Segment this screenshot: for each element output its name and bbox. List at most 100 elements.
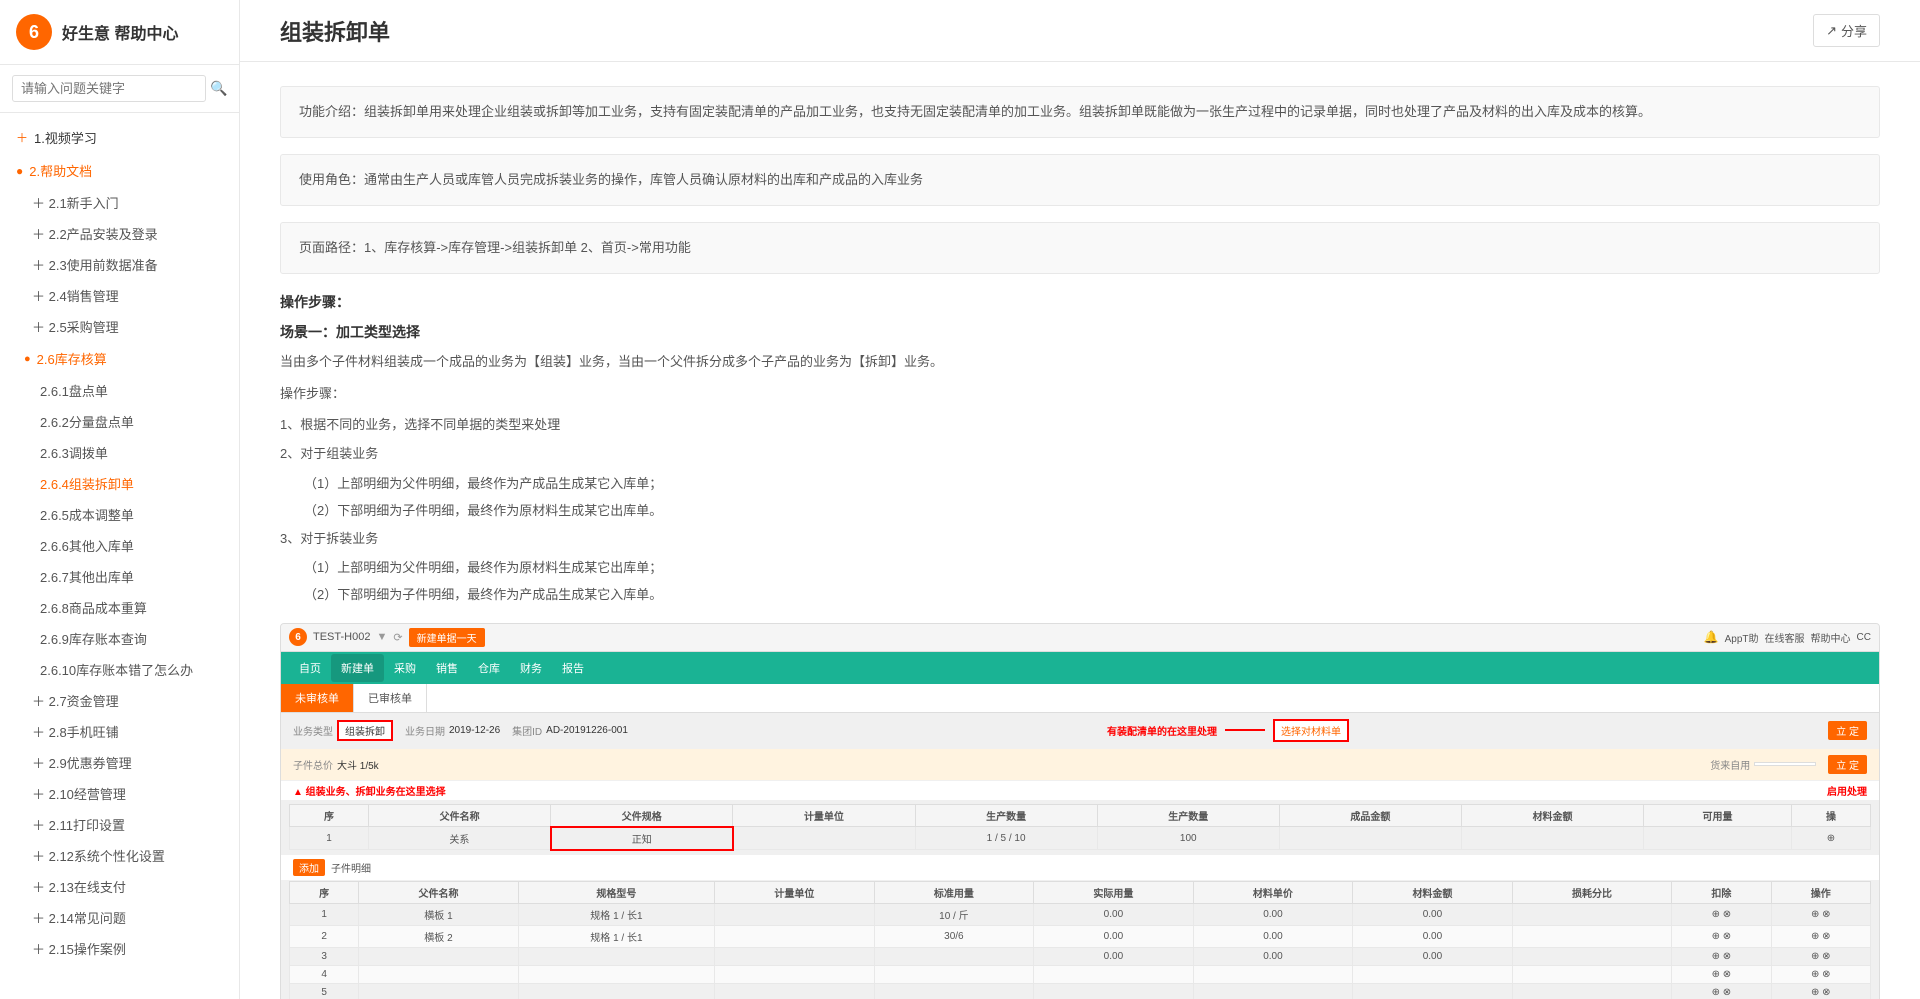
sidebar-item-2-3[interactable]: ＋ 2.3使用前数据准备 <box>0 249 239 280</box>
ss-avatar: CC <box>1857 632 1871 643</box>
main-area: 组装拆卸单 ↗ 分享 功能介绍：组装拆卸单用来处理企业组装或拆卸等加工业务，支持… <box>240 0 1920 999</box>
sidebar-label-2-6: 2.6库存核算 <box>37 349 107 368</box>
ss-bth-10: 扣除 <box>1672 881 1771 903</box>
intro-block-2: 使用角色：通常由生产人员或库管人员完成拆装业务的操作，库管人员确认原材料的出库和… <box>280 154 1880 206</box>
ss-field-type: 业务类型 组装拆卸 <box>293 720 393 741</box>
ss-field-sub: 子件总价 大斗 1/5k <box>293 757 379 772</box>
ss-confirm-btn[interactable]: 立 定 <box>1828 721 1867 740</box>
sidebar-item-2-6-2[interactable]: 2.6.2分量盘点单 <box>0 406 239 437</box>
ss-nav-report[interactable]: 报告 <box>552 654 594 682</box>
sidebar-label-2: 2.帮助文档 <box>29 161 92 180</box>
ss-nav-warehouse[interactable]: 仓库 <box>468 654 510 682</box>
sidebar-item-2[interactable]: ● 2.帮助文档 <box>0 154 239 187</box>
sidebar-item-2-7[interactable]: ＋ 2.7资金管理 <box>0 685 239 716</box>
sidebar-item-2-5[interactable]: ＋ 2.5采购管理 <box>0 311 239 342</box>
sidebar-item-2-14[interactable]: ＋ 2.14常见问题 <box>0 902 239 933</box>
ss-warehouse-label: 货来自用 <box>1710 757 1750 772</box>
ss-bth-3: 规格型号 <box>518 881 714 903</box>
share-button[interactable]: ↗ 分享 <box>1813 14 1880 47</box>
sidebar-item-2-6-1[interactable]: 2.6.1盘点单 <box>0 375 239 406</box>
ss-bottom-section-title: 添加 子件明细 <box>281 855 1879 881</box>
ss-form-row-2: 子件总价 大斗 1/5k 货来自用 立 定 <box>281 749 1879 781</box>
ss-icon-flag: 🔔 <box>1704 630 1719 644</box>
sidebar-item-2-9[interactable]: ＋ 2.9优惠券管理 <box>0 747 239 778</box>
sidebar-label-2-1: ＋ 2.1新手入门 <box>32 196 119 211</box>
intro-text-1: 功能介绍：组装拆卸单用来处理企业组装或拆卸等加工业务，支持有固定装配清单的产品加… <box>299 104 1651 119</box>
search-input[interactable] <box>12 75 206 102</box>
ss-field-date-value: 2019-12-26 <box>449 725 500 736</box>
ss-tab-2[interactable]: 已审核单 <box>354 684 427 712</box>
ss-bottom-row-1: 1 横板 1 规格 1 / 长1 10 / 斤 0.00 0.00 0.00 ⊕… <box>290 903 1871 925</box>
sidebar-item-1[interactable]: ＋ 1.视频学习 <box>0 121 239 154</box>
step2: 2、对于组装业务 <box>280 442 1880 465</box>
sidebar-label-2-3: ＋ 2.3使用前数据准备 <box>32 258 158 273</box>
step3-sub1: （1）上部明细为父件明细，最终作为原材料生成某它出库单； <box>280 556 1880 579</box>
content-area: 功能介绍：组装拆卸单用来处理企业组装或拆卸等加工业务，支持有固定装配清单的产品加… <box>240 62 1920 999</box>
ss-service: 在线客服 <box>1765 630 1805 645</box>
ss-topbar-right: 🔔 AppT助 在线客服 帮助中心 CC <box>1704 630 1871 645</box>
ss-field-sub-value: 大斗 1/5k <box>337 757 379 772</box>
sidebar-item-2-8[interactable]: ＋ 2.8手机旺铺 <box>0 716 239 747</box>
ss-form-row: 业务类型 组装拆卸 业务日期 2019-12-26 集团ID AD-201912… <box>281 713 1879 749</box>
search-bar: 🔍 <box>0 65 239 113</box>
logo-bar: 6 好生意 帮助中心 <box>0 0 239 65</box>
ss-help: 帮助中心 <box>1811 630 1851 645</box>
ss-processing-btn[interactable]: 选择对材料单 <box>1273 719 1349 742</box>
ss-th-4: 计量单位 <box>733 804 915 827</box>
ss-tab-1[interactable]: 未审核单 <box>281 684 354 712</box>
sidebar-label-2-5: ＋ 2.5采购管理 <box>32 320 119 335</box>
sidebar-item-2-6-3[interactable]: 2.6.3调拨单 <box>0 437 239 468</box>
sidebar-item-2-11[interactable]: ＋ 2.11打印设置 <box>0 809 239 840</box>
ss-dropdown-icon: ▼ <box>376 631 387 643</box>
nav-section-2: ● 2.帮助文档 ＋ 2.1新手入门 ＋ 2.2产品安装及登录 ＋ 2.3使用前… <box>0 154 239 964</box>
ss-nav-finance[interactable]: 财务 <box>510 654 552 682</box>
step2-sub2: （2）下部明细为子件明细，最终作为原材料生成某它出库单。 <box>280 499 1880 522</box>
sidebar-label-1: 1.视频学习 <box>34 128 97 147</box>
ss-nav-sales[interactable]: 销售 <box>426 654 468 682</box>
sidebar-item-2-12[interactable]: ＋ 2.12系统个性化设置 <box>0 840 239 871</box>
sidebar-item-2-6-8[interactable]: 2.6.8商品成本重算 <box>0 592 239 623</box>
screenshot-container: 6 TEST-H002 ▼ ⟳ 新建单据一天 🔔 AppT助 在线客服 帮助中心… <box>280 623 1880 999</box>
ss-bottom-table-container: 序 父件名称 规格型号 计量单位 标准用量 实际用量 材料单价 材料金额 损耗分… <box>281 881 1879 999</box>
sidebar-item-2-4[interactable]: ＋ 2.4销售管理 <box>0 280 239 311</box>
sidebar-item-2-1[interactable]: ＋ 2.1新手入门 <box>0 187 239 218</box>
sidebar-item-2-10[interactable]: ＋ 2.10经营管理 <box>0 778 239 809</box>
ss-refresh-icon: ⟳ <box>393 631 402 644</box>
ss-annotation-area-1: 有装配清单的在这里处理 选择对材料单 <box>640 719 1816 742</box>
minus-icon: ● <box>16 164 23 178</box>
ss-new-btn[interactable]: 新建单据一天 <box>409 628 485 647</box>
sidebar-item-2-6-6[interactable]: 2.6.6其他入库单 <box>0 530 239 561</box>
ss-nav-home[interactable]: 自页 <box>289 654 331 682</box>
search-button[interactable]: 🔍 <box>210 80 227 97</box>
arrow-icon-2-6: ● <box>24 353 31 365</box>
ss-bottom-row-5: 5 ⊕ ⊗ ⊕ ⊗ <box>290 983 1871 999</box>
ss-nav-new[interactable]: 新建单 <box>331 654 384 682</box>
nav-tree: ＋ 1.视频学习 ● 2.帮助文档 ＋ 2.1新手入门 ＋ 2.2产品安装及登录… <box>0 113 239 999</box>
ss-topbar: 6 TEST-H002 ▼ ⟳ 新建单据一天 🔔 AppT助 在线客服 帮助中心… <box>281 624 1879 652</box>
ss-section-btn[interactable]: 添加 <box>293 859 325 876</box>
sidebar-item-2-6-9[interactable]: 2.6.9库存账本查询 <box>0 623 239 654</box>
sidebar-item-2-6-4[interactable]: 2.6.4组装拆卸单 <box>0 468 239 499</box>
sidebar-item-2-15[interactable]: ＋ 2.15操作案例 <box>0 933 239 964</box>
scenario-desc: 当由多个子件材料组装成一个成品的业务为【组装】业务，当由一个父件拆分成多个子产品… <box>280 350 1880 373</box>
ss-bth-2: 父件名称 <box>359 881 519 903</box>
ss-bottom-row-2: 2 横板 2 规格 1 / 长1 30/6 0.00 0.00 0.00 ⊕ ⊗ <box>290 925 1871 947</box>
sidebar-item-2-6-5[interactable]: 2.6.5成本调整单 <box>0 499 239 530</box>
ss-nav-purchase[interactable]: 采购 <box>384 654 426 682</box>
ss-annotation-3: 启用处理 <box>1827 783 1867 798</box>
sidebar-item-2-6-10[interactable]: 2.6.10库存账本错了怎么办 <box>0 654 239 685</box>
ss-bth-4: 计量单位 <box>715 881 875 903</box>
ss-top-table-container: 序 父件名称 父件规格 计量单位 生产数量 生产数量 成品金额 材料金额 可用量… <box>281 800 1879 855</box>
ss-bth-6: 实际用量 <box>1034 881 1194 903</box>
ss-batch-btn[interactable]: 立 定 <box>1828 755 1867 774</box>
sidebar-item-2-6-7[interactable]: 2.6.7其他出库单 <box>0 561 239 592</box>
sidebar-label-2-2: ＋ 2.2产品安装及登录 <box>32 227 158 242</box>
ss-field-id-label: 集团ID <box>512 723 542 738</box>
ss-th-9: 可用量 <box>1644 804 1792 827</box>
ss-field-sub-label: 子件总价 <box>293 757 333 772</box>
sidebar-item-2-6[interactable]: ● 2.6库存核算 <box>0 342 239 375</box>
sidebar-item-2-13[interactable]: ＋ 2.13在线支付 <box>0 871 239 902</box>
share-icon: ↗ <box>1826 23 1837 39</box>
sidebar-item-2-2[interactable]: ＋ 2.2产品安装及登录 <box>0 218 239 249</box>
ss-th-5: 生产数量 <box>915 804 1097 827</box>
